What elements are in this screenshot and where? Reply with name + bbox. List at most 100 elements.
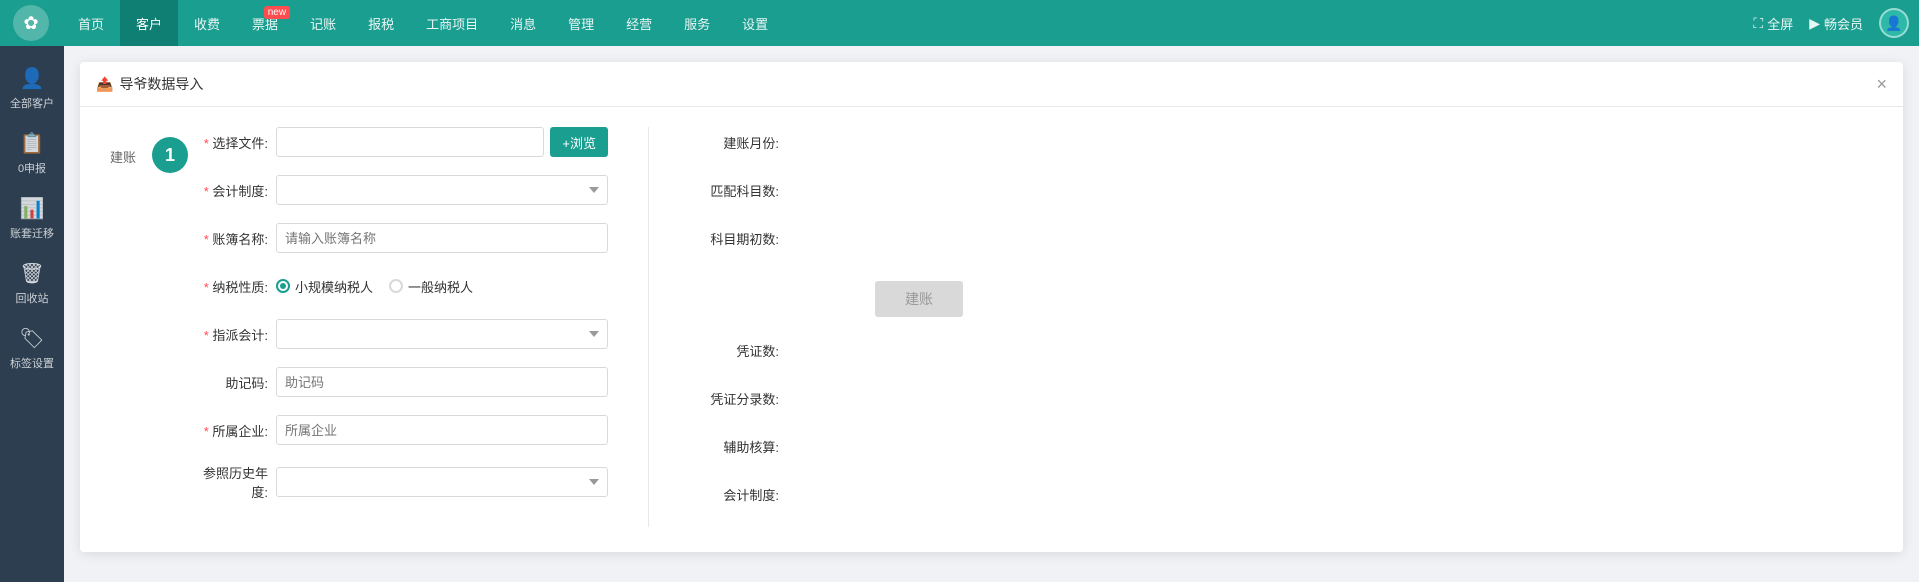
sidebar-item-account-migration[interactable]: 📊 账套迁移: [0, 186, 64, 251]
avatar-icon: 👤: [1885, 15, 1902, 32]
accountant-row: 指派会计:: [188, 319, 608, 349]
sidebar-item-recycle[interactable]: 🗑 回收站: [0, 251, 64, 316]
reference-year-select[interactable]: [276, 467, 608, 497]
browse-button[interactable]: +浏览: [550, 127, 608, 157]
helper-code-wrap: [276, 367, 608, 397]
accounting-system2-row: 会计制度:: [689, 479, 1089, 509]
recycle-icon: 🗑: [19, 261, 44, 286]
subject-initial-label: 科目期初数:: [689, 229, 779, 248]
step-circle: 1: [152, 137, 188, 173]
voucher-count-label: 凭证数:: [689, 341, 779, 360]
company-row: 所属企业:: [188, 415, 608, 445]
app-logo[interactable]: ✿: [10, 2, 52, 44]
content-area: 📤 导爷数据导入 × 建账 1: [64, 46, 1919, 582]
logo-icon: ✿: [13, 5, 49, 41]
match-subjects-row: 匹配科目数:: [689, 175, 1089, 205]
helper-code-input[interactable]: [276, 367, 608, 397]
main-layout: 👤 全部客户 📋 0申报 📊 账套迁移 🗑 回收站 🏷 标签设置 📤 导: [0, 46, 1919, 582]
new-badge: new: [264, 6, 290, 19]
form-divider: [648, 127, 649, 527]
form-left: 选择文件: +浏览 会计制度:: [188, 127, 608, 527]
form-right: 建账月份: 匹配科目数: 科目期初数:: [689, 127, 1089, 527]
play-icon: ▶: [1809, 15, 1820, 32]
accounting-system2-label: 会计制度:: [689, 485, 779, 504]
ledger-name-input[interactable]: [276, 223, 608, 253]
users-icon: 👤: [20, 66, 45, 91]
form-container: 选择文件: +浏览 会计制度:: [188, 127, 1873, 527]
auxiliary-label: 辅助核算:: [689, 437, 779, 456]
radio-dot-checked: [276, 279, 290, 293]
company-input[interactable]: [276, 415, 608, 445]
accountant-select[interactable]: [276, 319, 608, 349]
dialog-card: 📤 导爷数据导入 × 建账 1: [80, 62, 1903, 552]
reference-year-label: 参照历史年度:: [188, 463, 268, 501]
radio-dot-unchecked: [389, 279, 403, 293]
ledger-name-row: 账簿名称:: [188, 223, 608, 253]
top-navigation: ✿ 首页 客户 收费 票据 new 记账 报税 工商项目 消息 管理: [0, 0, 1919, 46]
step-area: 建账 1: [110, 137, 188, 527]
tax-nature-label: 纳税性质:: [188, 277, 268, 296]
accountant-wrap: [276, 319, 608, 349]
member-btn[interactable]: ▶ 畅会员: [1809, 14, 1863, 33]
sidebar: 👤 全部客户 📋 0申报 📊 账套迁移 🗑 回收站 🏷 标签设置: [0, 46, 64, 582]
tax-nature-row: 纳税性质: 小规模纳税人 一般纳税人: [188, 271, 608, 301]
nav-item-industry[interactable]: 工商项目: [410, 0, 494, 46]
nav-item-message[interactable]: 消息: [494, 0, 552, 46]
tax-nature-wrap: 小规模纳税人 一般纳税人: [276, 271, 608, 301]
subject-initial-row: 科目期初数:: [689, 223, 1089, 253]
migration-icon: 📊: [20, 196, 45, 221]
fullscreen-icon: ⛶: [1753, 15, 1763, 32]
reference-year-row: 参照历史年度:: [188, 463, 608, 501]
match-subjects-label: 匹配科目数:: [689, 181, 779, 200]
close-button[interactable]: ×: [1876, 75, 1887, 93]
fullscreen-btn[interactable]: ⛶ 全屏: [1753, 14, 1793, 33]
radio-general-taxpayer[interactable]: 一般纳税人: [389, 277, 473, 296]
tax-radio-group: 小规模纳税人 一般纳税人: [276, 271, 608, 301]
accounting-system-select[interactable]: [276, 175, 608, 205]
nav-items: 首页 客户 收费 票据 new 记账 报税 工商项目 消息 管理 经营: [62, 0, 1753, 46]
step-label: 建账: [110, 147, 136, 166]
dialog-body: 建账 1 选择文件:: [80, 107, 1903, 547]
company-wrap: [276, 415, 608, 445]
declaration-icon: 📋: [20, 131, 45, 156]
avatar[interactable]: 👤: [1879, 8, 1909, 38]
ledger-name-label: 账簿名称:: [188, 229, 268, 248]
reference-year-wrap: [276, 467, 608, 497]
nav-item-invoice[interactable]: 票据 new: [236, 0, 294, 46]
accounting-system-wrap: [276, 175, 608, 205]
nav-item-admin[interactable]: 管理: [552, 0, 610, 46]
build-month-label: 建账月份:: [689, 133, 779, 152]
voucher-count-row: 凭证数:: [689, 335, 1089, 365]
nav-item-operation[interactable]: 经营: [610, 0, 668, 46]
file-text-input[interactable]: [276, 127, 544, 157]
helper-code-row: 助记码:: [188, 367, 608, 397]
nav-item-home[interactable]: 首页: [62, 0, 120, 46]
file-input-wrap: +浏览: [276, 127, 608, 157]
build-btn-row: 建账: [749, 271, 1089, 317]
ledger-name-wrap: [276, 223, 608, 253]
helper-code-label: 助记码:: [188, 373, 268, 392]
radio-small-taxpayer[interactable]: 小规模纳税人: [276, 277, 373, 296]
accounting-system-label: 会计制度:: [188, 181, 268, 200]
nav-item-billing[interactable]: 收费: [178, 0, 236, 46]
auxiliary-row: 辅助核算:: [689, 431, 1089, 461]
company-label: 所属企业:: [188, 421, 268, 440]
dialog-header: 📤 导爷数据导入 ×: [80, 62, 1903, 107]
sidebar-item-tag-settings[interactable]: 🏷 标签设置: [0, 316, 64, 381]
voucher-entries-row: 凭证分录数:: [689, 383, 1089, 413]
accountant-label: 指派会计:: [188, 325, 268, 344]
build-account-button[interactable]: 建账: [875, 281, 963, 317]
sidebar-item-declaration[interactable]: 📋 0申报: [0, 121, 64, 186]
nav-item-customer[interactable]: 客户: [120, 0, 178, 46]
voucher-entries-label: 凭证分录数:: [689, 389, 779, 408]
nav-item-service[interactable]: 服务: [668, 0, 726, 46]
build-month-row: 建账月份:: [689, 127, 1089, 157]
dialog-title: 📤 导爷数据导入: [96, 74, 203, 94]
nav-item-settings[interactable]: 设置: [726, 0, 784, 46]
nav-item-tax[interactable]: 报税: [352, 0, 410, 46]
sidebar-item-all-customers[interactable]: 👤 全部客户: [0, 56, 64, 121]
nav-item-account[interactable]: 记账: [294, 0, 352, 46]
import-icon: 📤: [96, 76, 113, 93]
tag-icon: 🏷: [19, 326, 44, 351]
accounting-system-row: 会计制度:: [188, 175, 608, 205]
